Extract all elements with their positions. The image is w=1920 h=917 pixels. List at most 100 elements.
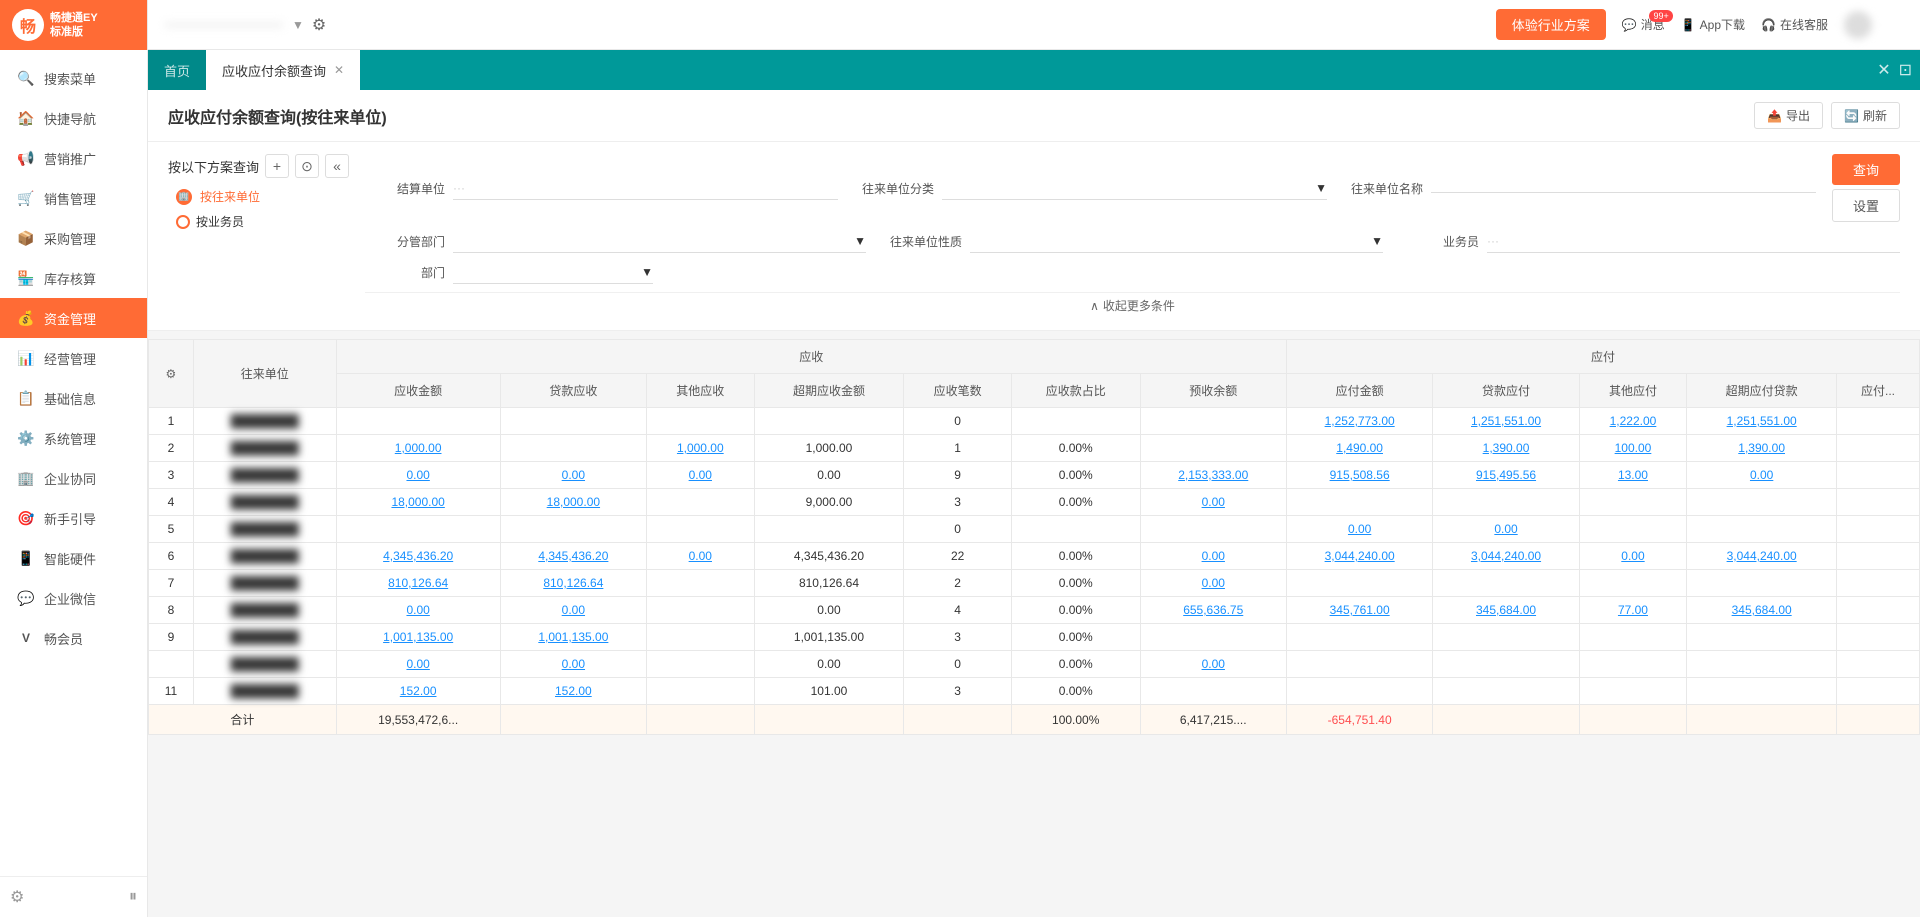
operations-icon: 📊	[16, 348, 36, 368]
scheme-by-partner[interactable]: 🏢 按往来单位	[168, 186, 349, 207]
wechat-icon: 💬	[16, 588, 36, 608]
main-content: ▼ ⚙ 体验行业方案 💬 消息 99+ 📱 App下载 🎧	[148, 0, 1920, 917]
service-icon: 🎧	[1761, 18, 1776, 32]
sidebar-item-basic-info[interactable]: 📋 基础信息	[0, 378, 147, 418]
sidebar-bottom: ⚙ ⏸	[0, 876, 147, 917]
sidebar-item-enterprise[interactable]: 🏢 企业协同	[0, 458, 147, 498]
tab-home[interactable]: 首页	[148, 50, 206, 90]
filter-settings-button[interactable]: 设置	[1832, 189, 1900, 222]
table-row: 11████████152.00152.00101.0030.00%	[149, 678, 1920, 705]
sidebar-item-fund[interactable]: 💰 资金管理	[0, 298, 147, 338]
logo-text: 畅捷通EY 标准版	[50, 11, 98, 40]
sidebar-item-member[interactable]: V 畅会员	[0, 618, 147, 658]
filter-fields: 结算单位 ··· 往来单位分类 ▼	[365, 154, 1900, 318]
tab-close-icon[interactable]: ✕	[334, 63, 344, 77]
sidebar-item-purchase[interactable]: 📦 采购管理	[0, 218, 147, 258]
filter-row-3: 部门 ▼	[365, 261, 1900, 284]
tab-maximize-icon[interactable]: ⊡	[1899, 60, 1912, 80]
col-settings[interactable]: ⚙	[149, 340, 194, 408]
page-header: 应收应付余额查询(按往来单位) 📤 导出 🔄 刷新	[148, 90, 1920, 142]
header-icon-group: 💬 消息 99+ 📱 App下载 🎧 在线客服	[1622, 11, 1904, 39]
purchase-icon: 📦	[16, 228, 36, 248]
partner-name-input[interactable]	[1431, 184, 1816, 193]
table-row: 2████████1,000.001,000.001,000.0010.00%1…	[149, 435, 1920, 462]
sidebar-item-marketing[interactable]: 📢 营销推广	[0, 138, 147, 178]
filter-collapse-btn[interactable]: «	[325, 154, 349, 178]
filter-dept: 部门 ▼	[365, 261, 1900, 284]
table-row: ████████0.000.000.0000.00%0.00	[149, 651, 1920, 678]
data-table: ⚙ 往来单位 应收 应付 应收金额 贷款应收 其他应收 超期应收金额 应收笔数	[148, 339, 1920, 735]
top-header: ▼ ⚙ 体验行业方案 💬 消息 99+ 📱 App下载 🎧	[148, 0, 1920, 50]
top-header-actions: 体验行业方案 💬 消息 99+ 📱 App下载 🎧 在线客服	[1496, 9, 1904, 40]
sidebar-item-operations[interactable]: 📊 经营管理	[0, 338, 147, 378]
total-receivable-amount: 19,553,472,6...	[336, 705, 500, 735]
chevron-down-icon: ▼	[1315, 181, 1327, 195]
salesman-input[interactable]: ···	[1487, 230, 1900, 253]
sidebar-item-inventory[interactable]: 🏪 库存核算	[0, 258, 147, 298]
messages-item[interactable]: 💬 消息 99+	[1622, 16, 1665, 33]
collapse-more-btn[interactable]: ∧ 收起更多条件	[365, 292, 1900, 318]
col-receivable-count: 应收笔数	[904, 374, 1012, 408]
tab-bar-right: ✕ ⊡	[1877, 60, 1920, 80]
chevron-down-icon: ▼	[854, 234, 866, 248]
smart-hw-icon: 📱	[16, 548, 36, 568]
refresh-button[interactable]: 🔄 刷新	[1831, 102, 1900, 129]
collapse-sidebar-icon[interactable]: ⏸	[129, 888, 137, 906]
online-service-item[interactable]: 🎧 在线客服	[1761, 16, 1828, 33]
sidebar-item-system[interactable]: ⚙️ 系统管理	[0, 418, 147, 458]
col-other-receivable: 其他应收	[647, 374, 755, 408]
radio-dot	[176, 215, 190, 229]
app-download-item[interactable]: 📱 App下载	[1681, 16, 1745, 33]
chevron-up-icon: ∧	[1090, 299, 1099, 313]
settings-bottom-icon[interactable]: ⚙	[10, 887, 24, 907]
filter-settings-btn[interactable]: ⊙	[295, 154, 319, 178]
table-settings-icon[interactable]: ⚙	[166, 367, 177, 381]
partner-nature-select[interactable]: ▼	[970, 230, 1383, 253]
promo-button[interactable]: 体验行业方案	[1496, 9, 1606, 40]
dept-select[interactable]: ▼	[453, 261, 653, 284]
col-group-receivable: 应收	[336, 340, 1286, 374]
export-icon: 📤	[1767, 109, 1782, 123]
sidebar-item-guide[interactable]: 🎯 新手引导	[0, 498, 147, 538]
query-actions: 查询 设置	[1832, 154, 1900, 222]
dropdown-icon[interactable]: ▼	[292, 18, 304, 32]
table-row: 8████████0.000.000.0040.00%655,636.75345…	[149, 597, 1920, 624]
total-advance-balance: 6,417,215....	[1140, 705, 1286, 735]
scheme-by-salesman[interactable]: 按业务员	[168, 211, 349, 232]
filter-label: 按以下方案查询	[168, 157, 259, 176]
export-button[interactable]: 📤 导出	[1754, 102, 1823, 129]
search-icon: 🔍	[16, 68, 36, 88]
table-container: ⚙ 往来单位 应收 应付 应收金额 贷款应收 其他应收 超期应收金额 应收笔数	[148, 339, 1920, 735]
logo-icon: 畅	[12, 9, 44, 41]
col-receivable-amount: 应收金额	[336, 374, 500, 408]
top-header-left: ▼ ⚙	[164, 15, 326, 35]
home-icon: 🏠	[16, 108, 36, 128]
sidebar-item-search[interactable]: 🔍 搜索菜单	[0, 58, 147, 98]
table-row: 3████████0.000.000.000.0090.00%2,153,333…	[149, 462, 1920, 489]
table-row: 4████████18,000.0018,000.009,000.0030.00…	[149, 489, 1920, 516]
filter-row-2: 分管部门 ▼ 往来单位性质 ▼	[365, 230, 1900, 253]
tab-balance-query[interactable]: 应收应付余额查询 ✕	[206, 50, 360, 90]
filter-scheme-panel: 按以下方案查询 + ⊙ « 🏢 按往来单位 按业务员	[168, 154, 349, 232]
col-receivable-ratio: 应收款占比	[1011, 374, 1140, 408]
filter-section: 按以下方案查询 + ⊙ « 🏢 按往来单位 按业务员	[148, 142, 1920, 331]
app-icon: 📱	[1681, 18, 1696, 32]
sidebar-item-quick-nav[interactable]: 🏠 快捷导航	[0, 98, 147, 138]
tab-close-window-icon[interactable]: ✕	[1877, 60, 1890, 80]
add-filter-btn[interactable]: +	[265, 154, 289, 178]
total-payable-amount: -654,751.40	[1286, 705, 1432, 735]
dept-in-charge-select[interactable]: ▼	[453, 230, 866, 253]
query-button[interactable]: 查询	[1832, 154, 1900, 185]
settings-gear-icon[interactable]: ⚙	[312, 15, 326, 35]
refresh-icon: 🔄	[1844, 109, 1859, 123]
col-payable-amount: 应付金额	[1286, 374, 1432, 408]
sidebar-item-wechat[interactable]: 💬 企业微信	[0, 578, 147, 618]
col-payable-col2: 应付...	[1837, 374, 1920, 408]
sidebar-item-sales[interactable]: 🛒 销售管理	[0, 178, 147, 218]
partner-category-select[interactable]: ▼	[942, 177, 1327, 200]
settlement-unit-input[interactable]: ···	[453, 177, 838, 200]
user-profile[interactable]	[1844, 11, 1904, 39]
sidebar-item-smart-hw[interactable]: 📱 智能硬件	[0, 538, 147, 578]
message-icon: 💬	[1622, 18, 1637, 32]
chevron-down-icon: ▼	[641, 265, 653, 279]
